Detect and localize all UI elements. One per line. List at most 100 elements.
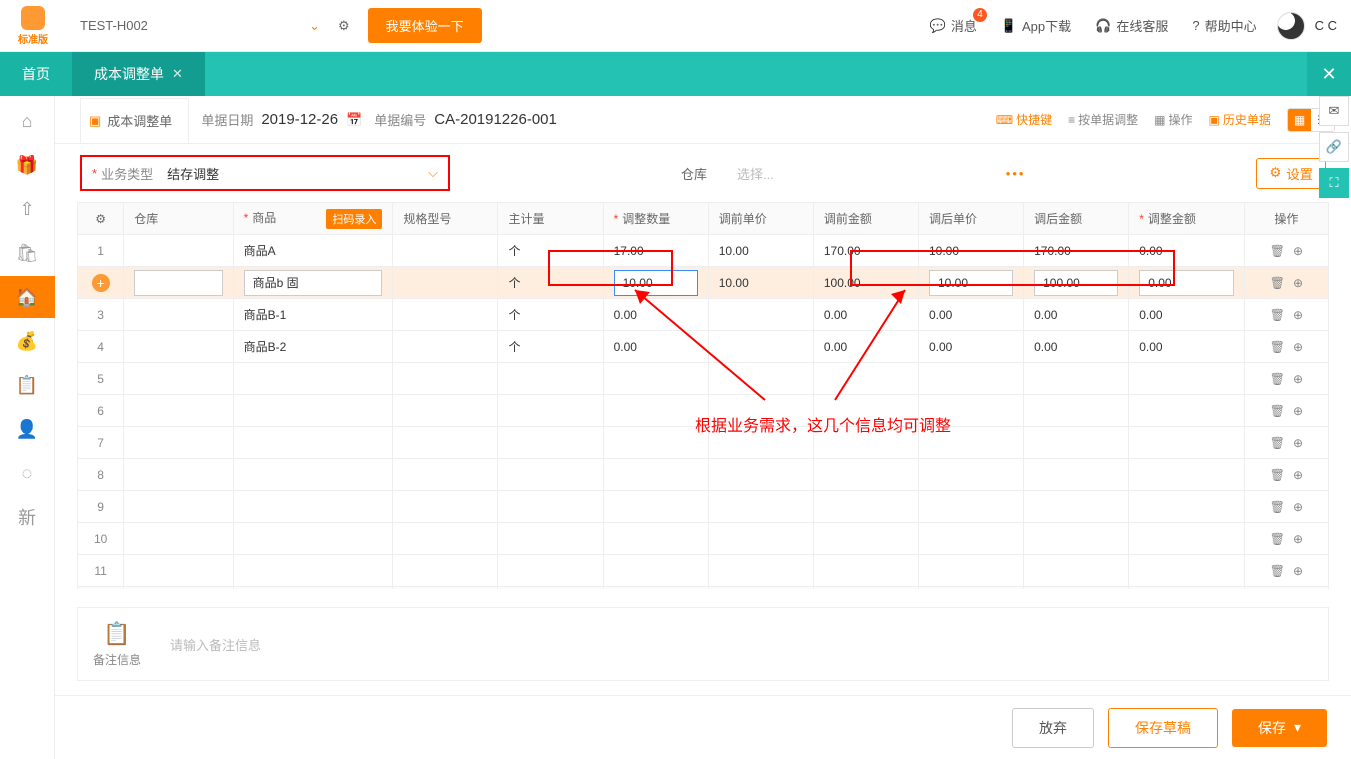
logo[interactable]: 标准版: [14, 6, 52, 46]
close-icon[interactable]: ✕: [172, 66, 183, 82]
scan-button[interactable]: 扫码录入: [326, 209, 382, 229]
headset-icon: 🎧: [1095, 18, 1111, 34]
table-header-row: ⚙ 仓库 *商品扫码录入 规格型号 主计量 *调整数量 调前单价 调前金额 调后…: [78, 203, 1329, 235]
delete-icon[interactable]: 🗑: [1270, 500, 1285, 514]
table-row[interactable]: 10🗑⊕: [78, 523, 1329, 555]
sidebar-upload-icon[interactable]: ⇧: [0, 188, 55, 230]
tabbar-close-icon[interactable]: ✕: [1307, 52, 1351, 96]
more-icon[interactable]: •••: [1006, 166, 1026, 181]
save-draft-button[interactable]: 保存草稿: [1108, 708, 1218, 748]
table-container: 结存调整 根据业务需求，这几个信息均可调整 ⚙ 仓库 *商品扫码录入 规格型号: [55, 202, 1351, 589]
sidebar-home-icon[interactable]: ⌂: [0, 100, 55, 142]
table-row[interactable]: 9🗑⊕: [78, 491, 1329, 523]
delete-icon[interactable]: 🗑: [1270, 276, 1285, 290]
th-gear[interactable]: ⚙: [78, 203, 124, 235]
delete-icon[interactable]: 🗑: [1270, 244, 1285, 258]
business-type-selector[interactable]: * 业务类型 结存调整 ⌵: [80, 155, 450, 191]
copy-icon[interactable]: ⊕: [1293, 372, 1303, 386]
sidebar-money-icon[interactable]: 💰: [0, 320, 55, 362]
chevron-down-icon: ⌄: [309, 18, 320, 34]
settings-button[interactable]: ⚙ 设置: [1256, 158, 1326, 189]
th-post-amt: 调后金额: [1024, 203, 1129, 235]
th-adj-amt: *调整金额: [1129, 203, 1245, 235]
user-menu[interactable]: C C: [1277, 12, 1337, 40]
warehouse-input[interactable]: [134, 270, 222, 296]
copy-icon[interactable]: ⊕: [1293, 532, 1303, 546]
post-amt-input[interactable]: 100.00: [1034, 270, 1118, 296]
avatar: [1277, 12, 1305, 40]
help-center-link[interactable]: ? 帮助中心: [1192, 16, 1256, 35]
rail-comment-icon[interactable]: ✉: [1319, 96, 1349, 126]
table-row[interactable]: 8🗑⊕: [78, 459, 1329, 491]
remarks-section: 📋 备注信息 请输入备注信息: [77, 607, 1329, 681]
copy-icon[interactable]: ⊕: [1293, 308, 1303, 322]
sidebar-clipboard-icon[interactable]: 📋: [0, 364, 55, 406]
save-button[interactable]: 保存 ▾: [1232, 709, 1327, 747]
tenant-selector[interactable]: TEST-H002 ⌄: [80, 10, 320, 42]
add-row-icon[interactable]: +: [92, 274, 110, 292]
th-product: *商品扫码录入: [233, 203, 393, 235]
sidebar-warehouse-icon[interactable]: 🏠: [0, 276, 55, 318]
table-row[interactable]: 3商品B-1个0.000.000.000.000.00🗑⊕: [78, 299, 1329, 331]
copy-icon[interactable]: ⊕: [1293, 340, 1303, 354]
app-download-link[interactable]: 📱 App下载: [1001, 16, 1071, 35]
rail-expand-icon[interactable]: ⛶: [1319, 168, 1349, 198]
warehouse-selector[interactable]: 选择...: [737, 164, 774, 183]
history-link[interactable]: ▣历史单据: [1209, 111, 1271, 128]
document-tab[interactable]: ▣ 成本调整单: [80, 98, 189, 143]
messages-link[interactable]: 💬 消息 4: [930, 16, 977, 35]
delete-icon[interactable]: 🗑: [1270, 308, 1285, 322]
online-service-link[interactable]: 🎧 在线客服: [1095, 16, 1168, 35]
table-row[interactable]: 11🗑⊕: [78, 555, 1329, 587]
rail-link-icon[interactable]: 🔗: [1319, 132, 1349, 162]
product-input[interactable]: 商品b 固: [244, 270, 383, 296]
delete-icon[interactable]: 🗑: [1270, 468, 1285, 482]
sidebar-refresh-icon[interactable]: ◌: [0, 452, 55, 494]
delete-icon[interactable]: 🗑: [1270, 372, 1285, 386]
copy-icon[interactable]: ⊕: [1293, 468, 1303, 482]
form-row: * 业务类型 结存调整 ⌵ 仓库 选择... ••• ⚙ 设置: [55, 144, 1351, 202]
required-star: *: [92, 166, 97, 181]
copy-icon[interactable]: ⊕: [1293, 276, 1303, 290]
th-post-price: 调后单价: [918, 203, 1023, 235]
tab-cost-adjust[interactable]: 成本调整单 ✕: [72, 52, 205, 96]
table-row[interactable]: 5🗑⊕: [78, 363, 1329, 395]
table-row[interactable]: 1商品A个17.0010.00170.0010.00170.000.00🗑⊕: [78, 235, 1329, 267]
doc-date-value[interactable]: 2019-12-26: [261, 111, 338, 128]
grid-icon: ▦: [1154, 113, 1165, 127]
gear-icon: ⚙: [1269, 165, 1281, 181]
settings-icon[interactable]: ⚙: [338, 18, 350, 34]
remarks-input[interactable]: 请输入备注信息: [156, 635, 1328, 654]
copy-icon[interactable]: ⊕: [1293, 564, 1303, 578]
chevron-down-icon: ▾: [1294, 719, 1301, 736]
sidebar-bag-icon[interactable]: 🛍: [0, 232, 55, 274]
qty-input[interactable]: 10.00: [614, 270, 698, 296]
adjust-by-doc-link[interactable]: ≡按单据调整: [1068, 111, 1138, 128]
sidebar-gift-icon[interactable]: 🎁: [0, 144, 55, 186]
sidebar-new-icon[interactable]: 新: [0, 496, 55, 538]
table-row[interactable]: +商品b 固个10.0010.00100.0010.00100.000.00🗑⊕: [78, 267, 1329, 299]
adj-amt-input[interactable]: 0.00: [1139, 270, 1234, 296]
operations-link[interactable]: ▦操作: [1154, 111, 1192, 128]
cta-button[interactable]: 我要体验一下: [368, 8, 482, 43]
delete-icon[interactable]: 🗑: [1270, 436, 1285, 450]
copy-icon[interactable]: ⊕: [1293, 404, 1303, 418]
calendar-icon[interactable]: 📅: [346, 112, 362, 128]
copy-icon[interactable]: ⊕: [1293, 436, 1303, 450]
view-grid-icon[interactable]: ▦: [1288, 109, 1311, 131]
tab-home[interactable]: 首页: [0, 52, 72, 96]
subtotal-row: 小计 27.00 270.00 270.00 0.00: [78, 587, 1329, 590]
delete-icon[interactable]: 🗑: [1270, 340, 1285, 354]
delete-icon[interactable]: 🗑: [1270, 404, 1285, 418]
discard-button[interactable]: 放弃: [1012, 708, 1094, 748]
sidebar-contact-icon[interactable]: 👤: [0, 408, 55, 450]
copy-icon[interactable]: ⊕: [1293, 244, 1303, 258]
topbar: 标准版 TEST-H002 ⌄ ⚙ 我要体验一下 💬 消息 4 📱 App下载 …: [0, 0, 1351, 52]
post-price-input[interactable]: 10.00: [929, 270, 1013, 296]
table-row[interactable]: 4商品B-2个0.000.000.000.000.00🗑⊕: [78, 331, 1329, 363]
delete-icon[interactable]: 🗑: [1270, 564, 1285, 578]
logo-text: 标准版: [18, 31, 48, 46]
copy-icon[interactable]: ⊕: [1293, 500, 1303, 514]
shortcut-link[interactable]: ⌨快捷键: [996, 111, 1052, 128]
delete-icon[interactable]: 🗑: [1270, 532, 1285, 546]
